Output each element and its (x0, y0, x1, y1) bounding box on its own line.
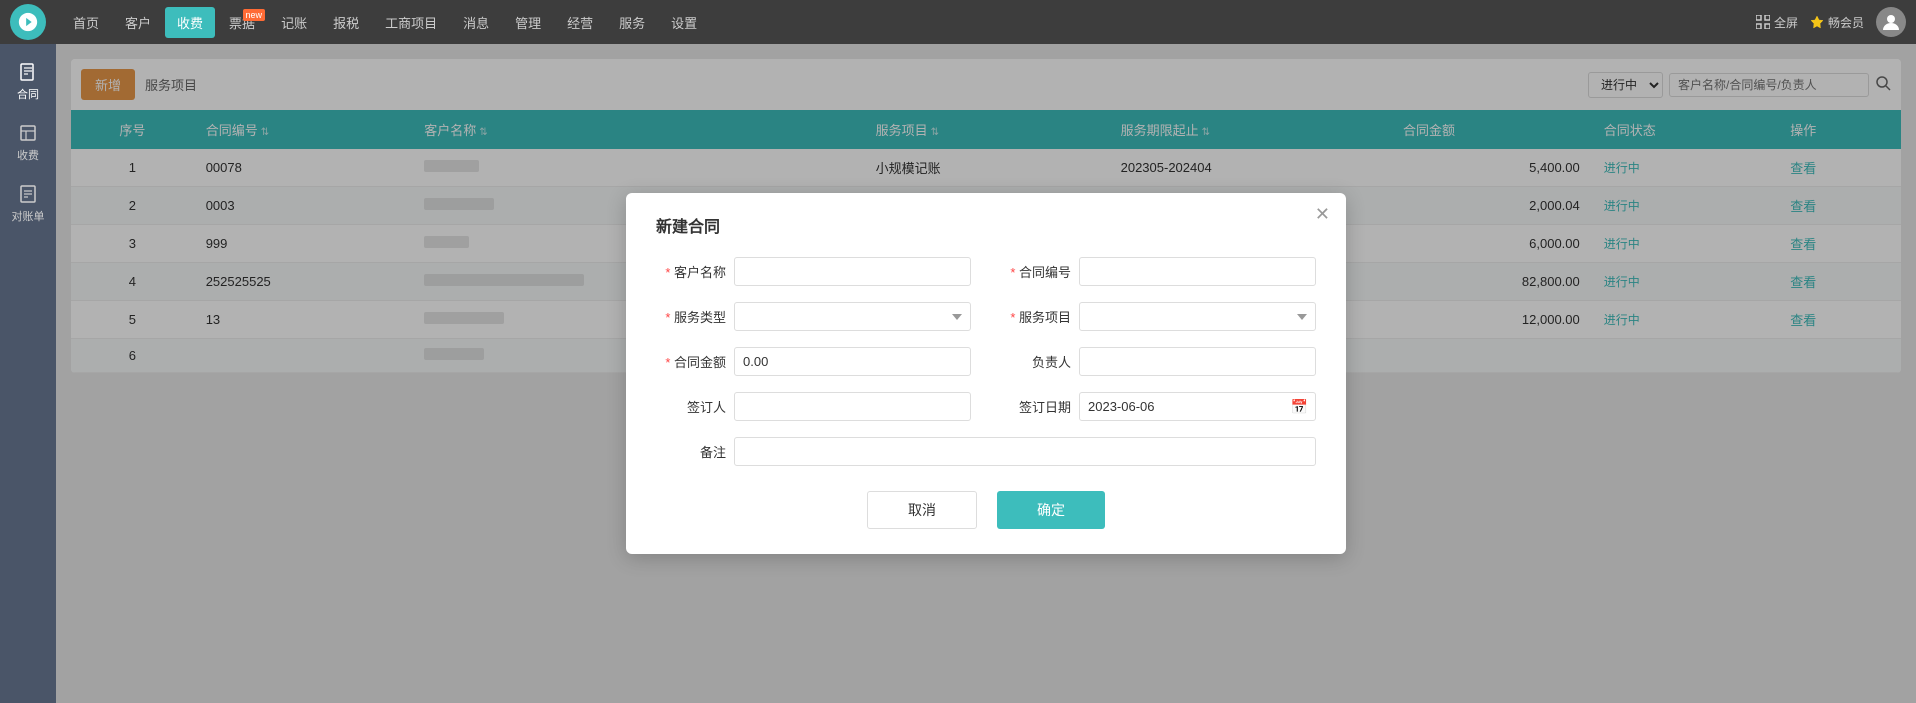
new-badge: new (243, 9, 266, 21)
form-row-amount: 合同金额 (656, 347, 971, 376)
top-navigation: 首页 客户 收费 票据 new 记账 报税 工商项目 消息 管理 经营 服务 设… (0, 0, 1916, 44)
form-row-contract-no: 合同编号 (1001, 257, 1316, 286)
input-signer[interactable] (734, 392, 971, 421)
nav-right-actions: 全屏 畅会员 (1756, 7, 1906, 37)
input-contract-amount[interactable] (734, 347, 971, 376)
modal-overlay: ✕ 新建合同 客户名称 合同编号 服务类型 (56, 44, 1916, 703)
input-sign-date[interactable] (1079, 392, 1316, 421)
modal-title: 新建合同 (656, 213, 1316, 237)
form-row-sign-date: 签订日期 📅 (1001, 392, 1316, 421)
nav-customer[interactable]: 客户 (113, 7, 163, 38)
form-row-service-item: 服务项目 (1001, 302, 1316, 331)
form-row-signer: 签订人 (656, 392, 971, 421)
fullscreen-button[interactable]: 全屏 (1756, 14, 1798, 31)
sidebar-item-billing[interactable]: 收费 (3, 115, 53, 171)
nav-manage[interactable]: 管理 (503, 7, 553, 38)
date-input-wrapper: 📅 (1079, 392, 1316, 421)
nav-home[interactable]: 首页 (61, 7, 111, 38)
sidebar-label-billing: 收费 (17, 147, 39, 163)
main-layout: 合同 收费 对账单 新增 服务项目 进行中 已完成 已终止 (0, 44, 1916, 703)
select-service-type[interactable] (734, 302, 971, 331)
nav-service[interactable]: 服务 (607, 7, 657, 38)
sidebar-label-contract: 合同 (17, 86, 39, 102)
nav-business[interactable]: 工商项目 (373, 7, 449, 38)
new-contract-modal: ✕ 新建合同 客户名称 合同编号 服务类型 (626, 193, 1346, 554)
confirm-button[interactable]: 确定 (997, 491, 1105, 529)
form-row-customer: 客户名称 (656, 257, 971, 286)
label-signer: 签订人 (656, 397, 726, 416)
form-row-service-type: 服务类型 (656, 302, 971, 331)
nav-message[interactable]: 消息 (451, 7, 501, 38)
label-contract-no: 合同编号 (1001, 262, 1071, 281)
input-responsible[interactable] (1079, 347, 1316, 376)
label-service-item: 服务项目 (1001, 307, 1071, 326)
sidebar-item-statement[interactable]: 对账单 (3, 176, 53, 232)
sidebar-item-contract[interactable]: 合同 (3, 54, 53, 110)
nav-tax[interactable]: 报税 (321, 7, 371, 38)
calendar-icon[interactable]: 📅 (1291, 398, 1308, 415)
label-contract-amount: 合同金额 (656, 352, 726, 371)
content-area: 新增 服务项目 进行中 已完成 已终止 (56, 44, 1916, 703)
nav-menu: 首页 客户 收费 票据 new 记账 报税 工商项目 消息 管理 经营 服务 设… (61, 7, 1756, 38)
vip-label: 畅会员 (1828, 14, 1864, 31)
label-customer-name: 客户名称 (656, 262, 726, 281)
label-responsible: 负责人 (1001, 352, 1071, 371)
app-logo[interactable] (10, 4, 46, 40)
nav-billing[interactable]: 收费 (165, 7, 215, 38)
input-notes[interactable] (734, 437, 1316, 466)
select-service-item[interactable] (1079, 302, 1316, 331)
input-customer-name[interactable] (734, 257, 971, 286)
nav-bookkeeping[interactable]: 记账 (269, 7, 319, 38)
vip-button[interactable]: 畅会员 (1810, 14, 1864, 31)
cancel-button[interactable]: 取消 (867, 491, 977, 529)
modal-footer: 取消 确定 (656, 491, 1316, 529)
label-sign-date: 签订日期 (1001, 397, 1071, 416)
modal-close-button[interactable]: ✕ (1315, 205, 1330, 223)
nav-operation[interactable]: 经营 (555, 7, 605, 38)
label-notes: 备注 (656, 442, 726, 461)
form-row-responsible: 负责人 (1001, 347, 1316, 376)
form-row-notes: 备注 (656, 437, 1316, 466)
nav-invoice[interactable]: 票据 new (217, 7, 267, 38)
nav-settings[interactable]: 设置 (659, 7, 709, 38)
sidebar: 合同 收费 对账单 (0, 44, 56, 703)
fullscreen-label: 全屏 (1774, 14, 1798, 31)
label-service-type: 服务类型 (656, 307, 726, 326)
modal-form: 客户名称 合同编号 服务类型 服务项目 (656, 257, 1316, 466)
sidebar-label-statement: 对账单 (12, 208, 45, 224)
input-contract-no[interactable] (1079, 257, 1316, 286)
user-avatar[interactable] (1876, 7, 1906, 37)
